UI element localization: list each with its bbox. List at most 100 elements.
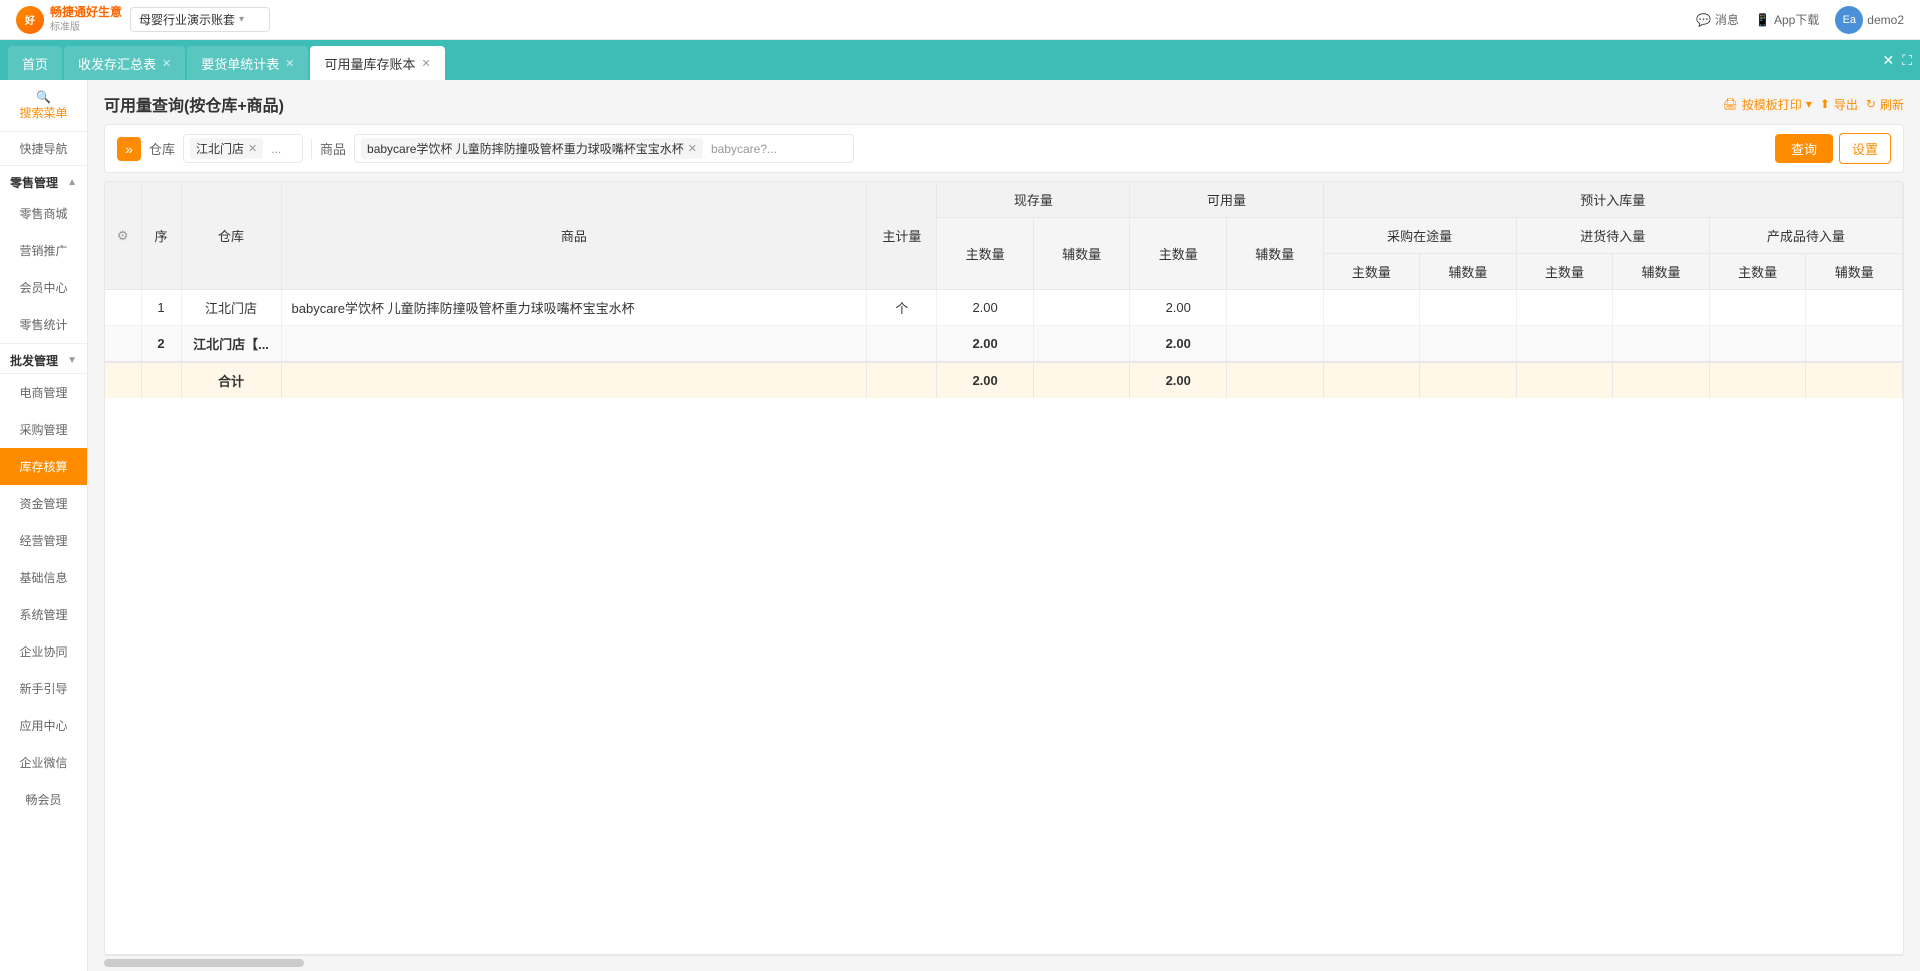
col-available-header: 可用量 [1130,182,1323,218]
product-more[interactable]: babycare?... [711,142,777,156]
cell-available-aux [1227,290,1324,326]
cell-production-aux [1806,290,1903,326]
refresh-button[interactable]: ↻ 刷新 [1866,96,1904,113]
tab-bar: 首页 收发存汇总表 ✕ 要货单统计表 ✕ 可用量库存账本 ✕ ✕ ⛶ [0,40,1920,80]
col-available-aux-header: 辅数量 [1227,218,1324,290]
col-index-header: 序 [141,182,181,290]
sidebar-item-member-center[interactable]: 会员中心 [0,269,87,306]
chevron-down-icon: ▾ [1806,97,1812,111]
col-purchase-intransit-header: 采购在途量 [1323,218,1516,254]
chevron-icon: ▲ [67,177,77,188]
sidebar-quick-nav[interactable]: 快捷导航 [0,132,87,166]
cell-settings [105,290,141,326]
tab-home[interactable]: 首页 [8,46,62,80]
close-all-icon[interactable]: ✕ [1882,52,1894,69]
sidebar-item-enterprise-collab[interactable]: 企业协同 [0,633,87,670]
cell-purchase-aux [1420,290,1517,326]
col-current-main-header: 主数量 [937,218,1034,290]
close-icon[interactable]: ✕ [285,57,294,70]
scroll-bar-area[interactable] [104,955,1904,971]
footer-available-main: 2.00 [1130,362,1227,398]
cell-index: 1 [141,290,181,326]
sidebar-item-basic-info[interactable]: 基础信息 [0,559,87,596]
col-production-main-header: 主数量 [1709,254,1806,290]
table-container: ⚙ 序 仓库 商品 主计量 现存量 可用量 预计入库量 主数量 辅数量 主数量 [104,181,1904,955]
content-header: 可用量查询(按仓库+商品) 🖨 按模板打印 ▾ ⬆ 导出 ↻ 刷新 [88,80,1920,124]
sidebar-item-enterprise-wechat[interactable]: 企业微信 [0,744,87,781]
group-row: 2 江北门店【... 2.00 2.00 [105,326,1903,363]
warehouse-tag: 江北门店 ✕ [190,138,263,159]
sidebar: 🔍 搜索菜单 快捷导航 零售管理 ▲ 零售商城 营销推广 会员中心 零售统计 [0,80,88,971]
sidebar-item-wholesale-mgmt[interactable]: 批发管理 ▼ [0,344,87,373]
remove-product-tag[interactable]: ✕ [688,142,697,155]
chevron-icon: ▼ [67,355,77,366]
fullscreen-icon[interactable]: ⛶ [1902,52,1912,69]
sidebar-search[interactable]: 🔍 搜索菜单 [0,80,87,132]
col-incoming-header: 进货待入量 [1516,218,1709,254]
sidebar-item-new-guide[interactable]: 新手引导 [0,670,87,707]
query-button[interactable]: 查询 [1775,134,1833,163]
tab-receipt-summary[interactable]: 收发存汇总表 ✕ [64,46,185,80]
sidebar-item-inventory-check[interactable]: 库存核算 [0,448,87,485]
col-settings[interactable]: ⚙ [105,182,141,290]
sidebar-item-marketing[interactable]: 营销推广 [0,232,87,269]
sidebar-section-retail: 零售管理 ▲ 零售商城 营销推广 会员中心 零售统计 [0,166,87,344]
col-current-aux-header: 辅数量 [1033,218,1130,290]
sidebar-item-vip[interactable]: 畅会员 [0,781,87,818]
export-icon: ⬆ [1820,97,1830,111]
tab-bar-controls: ✕ ⛶ [1882,52,1912,69]
sidebar-item-finance[interactable]: 资金管理 [0,485,87,522]
col-planned-inbound-header: 预计入库量 [1323,182,1902,218]
industry-selector[interactable]: 母婴行业演示账套 ▾ [130,7,270,32]
sidebar-item-app-center[interactable]: 应用中心 [0,707,87,744]
col-incoming-aux-header: 辅数量 [1613,254,1710,290]
sidebar-item-purchase[interactable]: 采购管理 [0,411,87,448]
messages-button[interactable]: 💬 消息 [1696,11,1739,28]
filter-more[interactable]: ... [271,142,281,156]
product-filter[interactable]: babycare学饮杯 儿童防摔防撞吸管杯重力球吸嘴杯宝宝水杯 ✕ babyca… [354,134,854,163]
sidebar-item-operations[interactable]: 经营管理 [0,522,87,559]
main-area: 🔍 搜索菜单 快捷导航 零售管理 ▲ 零售商城 营销推广 会员中心 零售统计 [0,80,1920,971]
col-current-stock-header: 现存量 [937,182,1130,218]
cell-incoming-main [1516,290,1613,326]
user-menu[interactable]: Ea demo2 [1835,6,1904,34]
phone-icon: 📱 [1755,13,1770,27]
cell-warehouse: 江北门店 [181,290,281,326]
sidebar-item-ecommerce[interactable]: 电商管理 [0,374,87,411]
logo-text: 畅捷通好生意 标准版 [50,5,122,34]
logo-area: 好 畅捷通好生意 标准版 [16,5,122,34]
cell-available-main: 2.00 [1130,290,1227,326]
sidebar-item-system[interactable]: 系统管理 [0,596,87,633]
cell-product: babycare学饮杯 儿童防摔防撞吸管杯重力球吸嘴杯宝宝水杯 [281,290,867,326]
scroll-thumb[interactable] [104,959,304,967]
sidebar-item-retail-stats[interactable]: 零售统计 [0,306,87,343]
top-bar: 好 畅捷通好生意 标准版 母婴行业演示账套 ▾ 💬 消息 📱 App下载 Ea … [0,0,1920,40]
cell-current-main: 2.00 [937,290,1034,326]
export-button[interactable]: ⬆ 导出 [1820,96,1858,113]
warehouse-filter[interactable]: 江北门店 ✕ ... [183,134,303,163]
top-bar-right: 💬 消息 📱 App下载 Ea demo2 [1696,6,1904,34]
col-product-header: 商品 [281,182,867,290]
product-tag: babycare学饮杯 儿童防摔防撞吸管杯重力球吸嘴杯宝宝水杯 ✕ [361,138,703,159]
cell-group-current-main: 2.00 [937,326,1034,363]
app-download-button[interactable]: 📱 App下载 [1755,11,1819,28]
close-icon[interactable]: ✕ [422,57,431,70]
col-unit-header: 主计量 [867,182,937,290]
inventory-table: ⚙ 序 仓库 商品 主计量 现存量 可用量 预计入库量 主数量 辅数量 主数量 [105,182,1903,398]
cell-purchase-main [1323,290,1420,326]
settings-icon[interactable]: ⚙ [117,228,129,243]
remove-warehouse-tag[interactable]: ✕ [248,142,257,155]
print-button[interactable]: 🖨 按模板打印 ▾ [1723,96,1812,113]
filter-actions: 查询 设置 [1775,133,1891,164]
sidebar-item-retail-mgmt[interactable]: 零售管理 ▲ [0,166,87,195]
footer-label: 合计 [181,362,281,398]
avatar: Ea [1835,6,1863,34]
close-icon[interactable]: ✕ [162,57,171,70]
tab-available-stock[interactable]: 可用量库存账本 ✕ [310,46,444,80]
settings-button[interactable]: 设置 [1839,133,1891,164]
tab-order-summary[interactable]: 要货单统计表 ✕ [187,46,308,80]
sidebar-item-retail-mall[interactable]: 零售商城 [0,195,87,232]
col-incoming-main-header: 主数量 [1516,254,1613,290]
filter-expand-button[interactable]: » [117,137,141,161]
cell-incoming-aux [1613,290,1710,326]
